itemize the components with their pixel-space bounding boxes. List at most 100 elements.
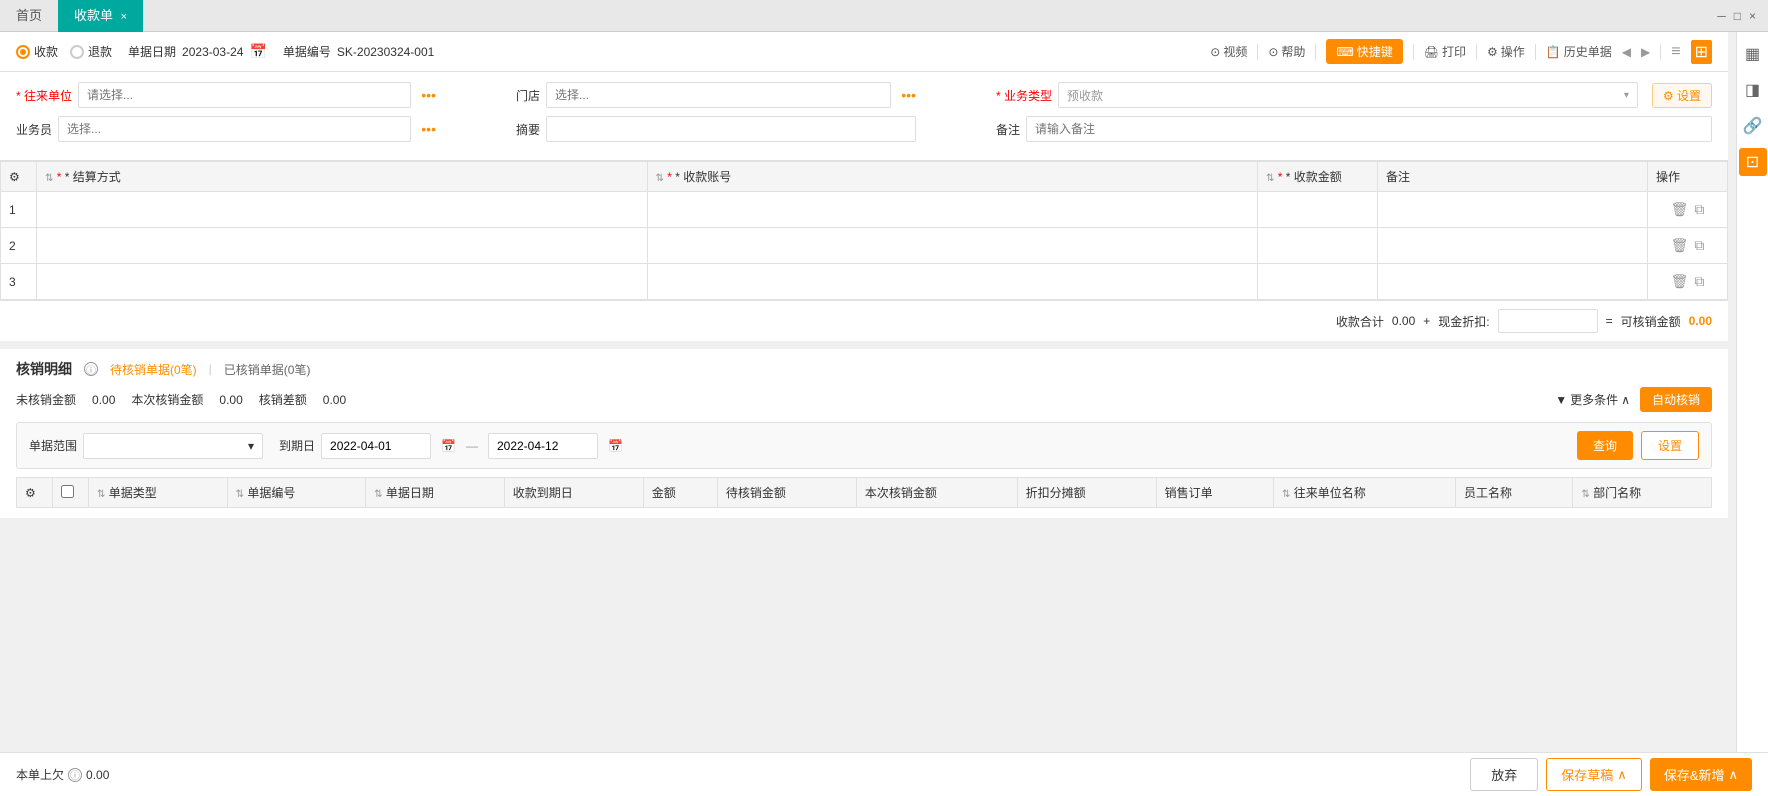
store-field: 门店 •••	[516, 82, 916, 108]
discard-button[interactable]: 放弃	[1470, 758, 1538, 791]
store-input[interactable]	[546, 82, 891, 108]
sidebar-panel-icon[interactable]: ◨	[1739, 76, 1767, 104]
summary-field: 摘要	[516, 116, 916, 142]
business-type-field: * 业务类型 预收款 ▾ ⚙ 设置	[996, 82, 1712, 108]
radio-refund[interactable]: 退款	[70, 43, 112, 60]
discount-input[interactable]	[1498, 309, 1598, 333]
shortcut-button[interactable]: ⌨ 快捷键	[1326, 39, 1402, 64]
tab-close-icon[interactable]: ×	[121, 11, 127, 23]
counterpart-more-icon[interactable]: •••	[421, 87, 436, 103]
due-date-start[interactable]	[321, 433, 431, 459]
col-number-header: ⇅ 单据编号	[227, 478, 366, 508]
staff-input[interactable]	[58, 116, 411, 142]
radio-dot-refund	[70, 45, 84, 59]
help-link[interactable]: ⊙ 帮助	[1268, 43, 1305, 60]
note-input[interactable]	[1026, 116, 1712, 142]
due-date-end[interactable]	[488, 433, 598, 459]
bottom-table: ⚙ ⇅ 单据类型 ⇅ 单据编号	[16, 477, 1712, 508]
cell-action-1: 🗑 ⧉	[1648, 192, 1728, 228]
save-new-arrow-icon: ∧	[1728, 767, 1738, 783]
calendar-start-icon[interactable]: 📅	[441, 439, 456, 453]
cell-amount-3[interactable]	[1258, 264, 1378, 300]
col-date-header: ⇅ 单据日期	[366, 478, 505, 508]
save-draft-button[interactable]: 保存草稿 ∧	[1546, 758, 1642, 791]
form-row-2: 业务员 ••• 摘要 备注	[16, 116, 1712, 142]
cell-amount-2[interactable]	[1258, 228, 1378, 264]
filter-settings-button[interactable]: 设置	[1641, 431, 1699, 460]
maximize-icon[interactable]: □	[1734, 9, 1741, 23]
more-conditions-button[interactable]: ▼ 更多条件 ∧	[1555, 391, 1630, 408]
divider	[1257, 44, 1258, 60]
col-amount-header: ⇅ * * 收款金额	[1258, 162, 1378, 192]
business-type-select[interactable]: 预收款 ▾	[1058, 82, 1638, 108]
save-draft-arrow-icon: ∧	[1617, 767, 1627, 783]
bottom-actions: 放弃 保存草稿 ∧ 保存&新增 ∧	[1470, 758, 1752, 791]
delete-icon-2[interactable]: 🗑	[1671, 237, 1689, 254]
video-link[interactable]: ⊙ 视频	[1210, 43, 1247, 60]
verify-section: 核销明细 ⓘ 待核销单据(0笔) | 已核销单据(0笔) 未核销金额 0.00 …	[0, 349, 1728, 518]
copy-icon-1[interactable]: ⧉	[1694, 201, 1704, 218]
bill-range-select[interactable]: ▾	[83, 433, 263, 459]
print-link[interactable]: 🖨 打印	[1424, 43, 1466, 60]
history-icon: 📋	[1546, 45, 1561, 59]
auto-verify-button[interactable]: 自动核销	[1640, 387, 1712, 412]
cell-amount-1[interactable]	[1258, 192, 1378, 228]
copy-icon-3[interactable]: ⧉	[1694, 273, 1704, 290]
grid-view-icon[interactable]: ⊞	[1691, 40, 1712, 64]
content-area: 收款 退款 单据日期 2023-03-24 📅 单据编号 SK-20230324…	[0, 32, 1728, 784]
tab-done[interactable]: 已核销单据(0笔)	[224, 361, 311, 378]
data-table: ⚙ ⇅ * * 结算方式 ⇅ * * 收款账号 ⇅ *	[0, 161, 1728, 300]
cell-note-3[interactable]	[1378, 264, 1648, 300]
verify-info-row: 未核销金额 0.00 本次核销金额 0.00 核销差额 0.00 ▼ 更多条件 …	[16, 387, 1712, 412]
list-view-icon[interactable]: ≡	[1671, 43, 1680, 61]
table-gear-header[interactable]: ⚙	[1, 162, 37, 192]
help-icon: ⊙	[1268, 45, 1278, 59]
verify-info-icon[interactable]: ⓘ	[84, 362, 98, 376]
sidebar-table-icon[interactable]: ▦	[1739, 40, 1767, 68]
save-new-button[interactable]: 保存&新增 ∧	[1650, 758, 1752, 791]
bottom-info-icon[interactable]: ⓘ	[68, 768, 82, 782]
tab-collection[interactable]: 收款单 ×	[58, 0, 143, 32]
next-icon[interactable]: ▶	[1641, 45, 1650, 59]
radio-collection[interactable]: 收款	[16, 43, 58, 60]
close-icon[interactable]: ×	[1749, 9, 1756, 23]
cell-settlement-1[interactable]	[37, 192, 648, 228]
cell-settlement-2[interactable]	[37, 228, 648, 264]
date-field: 单据日期 2023-03-24 📅	[128, 43, 267, 60]
history-link[interactable]: 📋 历史单据	[1546, 43, 1612, 60]
cell-account-1[interactable]	[647, 192, 1258, 228]
cell-note-1[interactable]	[1378, 192, 1648, 228]
cell-account-2[interactable]	[647, 228, 1258, 264]
summary-input[interactable]	[546, 116, 916, 142]
col-settlement-header: ⇅ * * 结算方式	[37, 162, 648, 192]
cell-account-3[interactable]	[647, 264, 1258, 300]
bottom-info: 本单上欠 ⓘ 0.00	[16, 766, 109, 783]
settings-button[interactable]: ⚙ 设置	[1652, 83, 1712, 108]
calendar-end-icon[interactable]: 📅	[608, 439, 623, 453]
calendar-icon[interactable]: 📅	[249, 43, 266, 60]
operation-link[interactable]: ⚙ 操作	[1487, 43, 1525, 60]
verify-header: 核销明细 ⓘ 待核销单据(0笔) | 已核销单据(0笔)	[16, 359, 1712, 379]
select-all-checkbox[interactable]	[61, 485, 74, 498]
cell-note-2[interactable]	[1378, 228, 1648, 264]
col-note-header: 备注	[1378, 162, 1648, 192]
counterpart-input[interactable]	[78, 82, 411, 108]
col-counterpart-header: ⇅ 往来单位名称	[1274, 478, 1456, 508]
cell-settlement-3[interactable]	[37, 264, 648, 300]
minimize-icon[interactable]: ─	[1717, 9, 1726, 23]
delete-icon-1[interactable]: 🗑	[1671, 201, 1689, 218]
copy-icon-2[interactable]: ⧉	[1694, 237, 1704, 254]
sidebar-edit-icon[interactable]: ⊡	[1739, 148, 1767, 176]
col-pending-header: 待核销金额	[717, 478, 856, 508]
staff-more-icon[interactable]: •••	[421, 121, 436, 137]
prev-icon[interactable]: ◀	[1622, 45, 1631, 59]
tab-pending[interactable]: 待核销单据(0笔)	[110, 361, 197, 378]
sidebar-link-icon[interactable]: 🔗	[1739, 112, 1767, 140]
col-amount-header: 金额	[643, 478, 717, 508]
store-more-icon[interactable]: •••	[901, 87, 916, 103]
query-button[interactable]: 查询	[1577, 431, 1633, 460]
delete-icon-3[interactable]: 🗑	[1671, 273, 1689, 290]
col-dept-header: ⇅ 部门名称	[1573, 478, 1712, 508]
bottom-gear-header[interactable]: ⚙	[17, 478, 53, 508]
tab-home[interactable]: 首页	[0, 0, 58, 32]
